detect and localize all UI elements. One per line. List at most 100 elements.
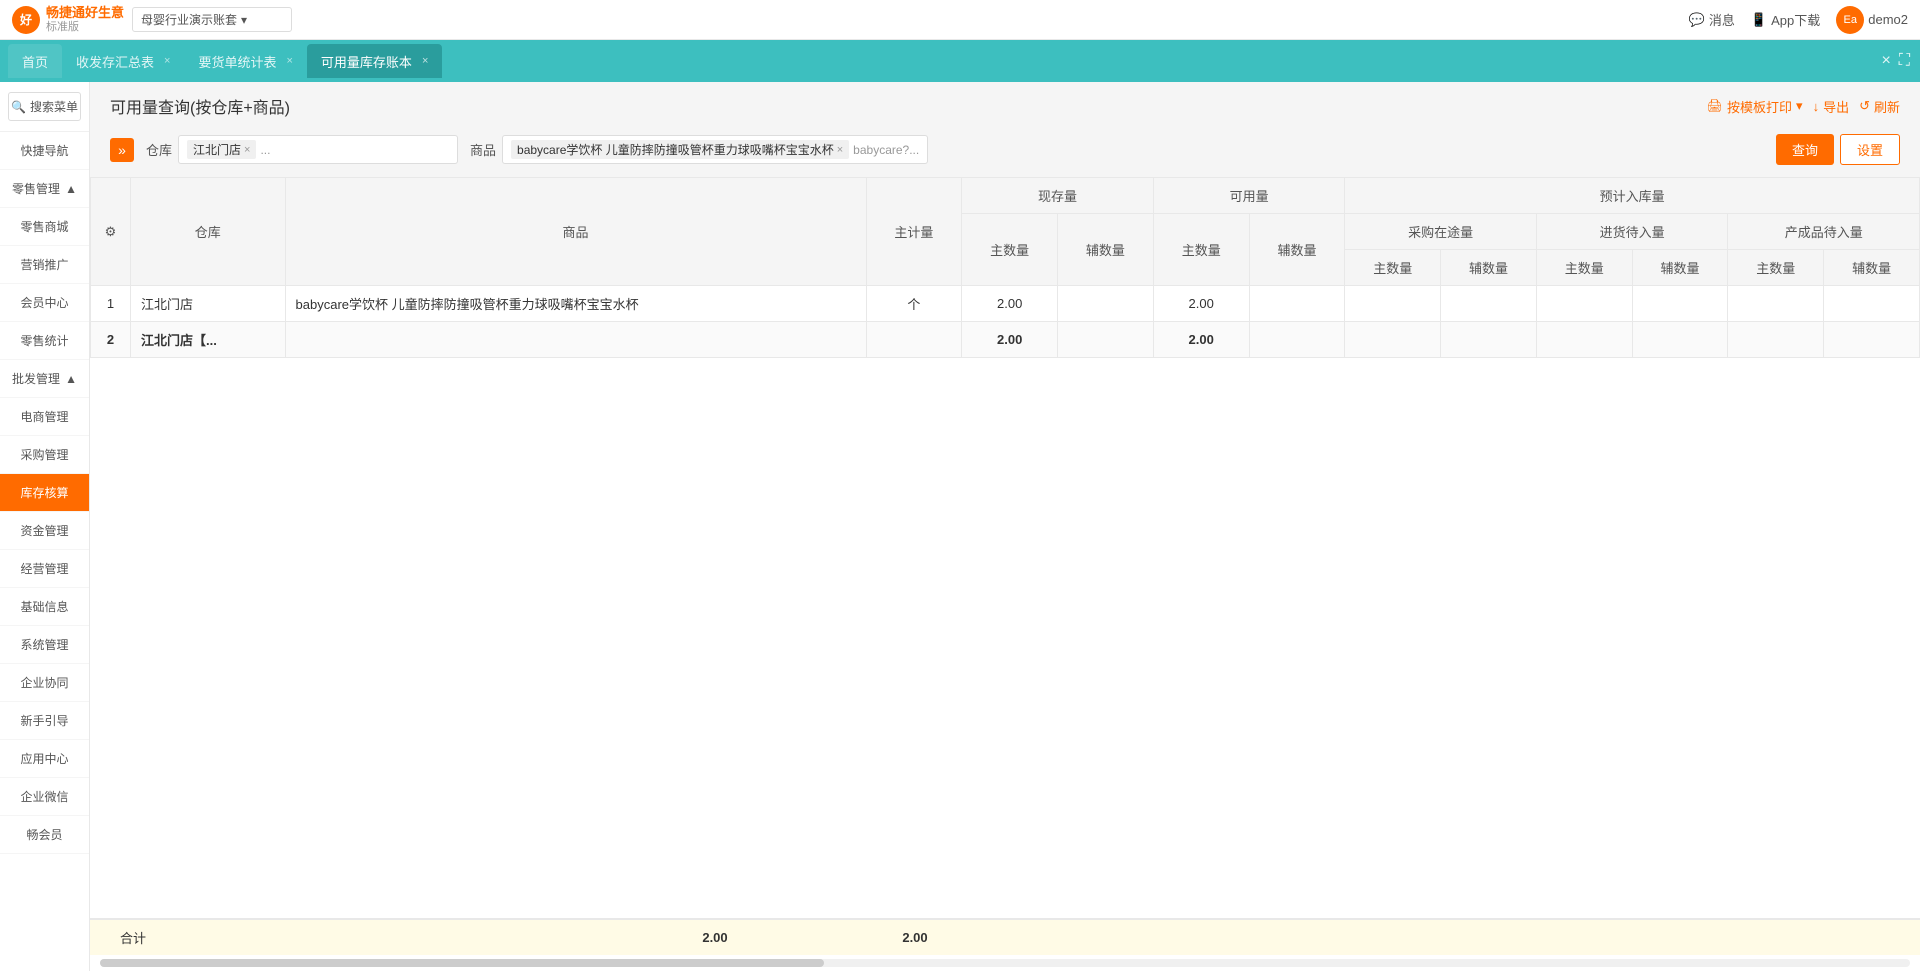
close-all-tabs-icon[interactable]: × — [1881, 52, 1890, 70]
app-download-label: App下载 — [1771, 10, 1820, 29]
sidebar-item-retail-mgmt[interactable]: 零售管理 ▲ — [0, 170, 89, 208]
th-current-stock: 现存量 — [962, 178, 1154, 214]
tab-order-stat-label: 要货单统计表 — [198, 52, 276, 71]
avatar: Ea — [1836, 6, 1864, 34]
app-download-button[interactable]: 📱 App下载 — [1751, 10, 1820, 29]
sidebar-item-purchase[interactable]: 采购管理 — [0, 436, 89, 474]
row2-unit — [866, 322, 962, 358]
sidebar-search-area: 🔍 搜索菜单 — [0, 82, 89, 132]
export-button[interactable]: ↓ 导出 — [1813, 97, 1850, 116]
row1-warehouse: 江北门店 — [131, 286, 286, 322]
th-finished-pending: 产成品待入量 — [1728, 214, 1920, 250]
table-row: 2 江北门店【... 2.00 2.00 — [91, 322, 1920, 358]
th-main-unit: 主计量 — [866, 178, 962, 286]
user-profile[interactable]: Ea demo2 — [1836, 6, 1908, 34]
th-settings[interactable]: ⚙ — [91, 178, 131, 286]
sidebar-item-system[interactable]: 系统管理 — [0, 626, 89, 664]
page-title: 可用量查询(按仓库+商品) — [110, 94, 290, 118]
sidebar-item-newbie[interactable]: 新手引导 — [0, 702, 89, 740]
sidebar-item-finance[interactable]: 资金管理 — [0, 512, 89, 550]
quick-nav-label: 快捷导航 — [20, 144, 68, 158]
row1-product: babycare学饮杯 儿童防摔防撞吸管杯重力球吸嘴杯宝宝水杯 — [285, 286, 866, 322]
product-tag-1: babycare学饮杯 儿童防摔防撞吸管杯重力球吸嘴杯宝宝水杯 × — [511, 140, 849, 159]
th-stock-aux: 辅数量 — [1058, 214, 1154, 286]
row1-pt-aux — [1441, 286, 1537, 322]
th-forecast-inbound: 预计入库量 — [1345, 178, 1920, 214]
th-stock-main: 主数量 — [962, 214, 1058, 286]
tab-available-stock[interactable]: 可用量库存账本 × — [307, 44, 442, 78]
warehouse-filter-group: 仓库 江北门店 × ... — [146, 135, 458, 164]
row2-fp-aux — [1824, 322, 1920, 358]
finance-label: 资金管理 — [20, 524, 68, 538]
row2-fp-main — [1728, 322, 1824, 358]
footer-avail-total: 2.00 — [860, 930, 970, 945]
data-table: ⚙ 仓库 商品 主计量 现存量 可用量 预计入库量 主数量 辅数量 主数量 辅数… — [90, 177, 1920, 358]
tab-order-stat-close[interactable]: × — [286, 55, 292, 67]
scroll-thumb[interactable] — [100, 959, 824, 967]
page-header: 可用量查询(按仓库+商品) 🖨 按模板打印 ▾ ↓ 导出 ↺ 刷新 — [90, 82, 1920, 126]
sidebar-item-ecommerce[interactable]: 电商管理 — [0, 398, 89, 436]
product-tag-close[interactable]: × — [837, 144, 843, 156]
footer-label: 合计 — [100, 928, 580, 947]
sidebar-item-retail-stats[interactable]: 零售统计 — [0, 322, 89, 360]
sidebar-item-inventory[interactable]: 库存核算 — [0, 474, 89, 512]
workspace-chevron: ▾ — [241, 13, 247, 27]
sidebar-item-marketing[interactable]: 营销推广 — [0, 246, 89, 284]
filter-buttons: 查询 设置 — [1776, 134, 1900, 165]
tab-order-stat[interactable]: 要货单统计表 × — [184, 44, 306, 78]
warehouse-tag-text: 江北门店 — [193, 141, 241, 158]
sidebar-item-retail-mall[interactable]: 零售商城 — [0, 208, 89, 246]
refresh-button[interactable]: ↺ 刷新 — [1859, 97, 1900, 116]
th-avail-main: 主数量 — [1153, 214, 1249, 286]
sidebar-item-member2[interactable]: 畅会员 — [0, 816, 89, 854]
expand-icon: » — [118, 142, 126, 158]
th-warehouse: 仓库 — [131, 178, 286, 286]
print-button[interactable]: 🖨 按模板打印 ▾ — [1707, 97, 1803, 116]
product-filter-input[interactable]: babycare学饮杯 儿童防摔防撞吸管杯重力球吸嘴杯宝宝水杯 × babyca… — [502, 135, 928, 164]
print-icon: 🖨 — [1707, 98, 1724, 114]
row2-pt-main — [1345, 322, 1441, 358]
filter-expand-button[interactable]: » — [110, 138, 134, 162]
sidebar-item-basic-info[interactable]: 基础信息 — [0, 588, 89, 626]
tab-summary[interactable]: 收发存汇总表 × — [62, 44, 184, 78]
retail-stats-label: 零售统计 — [20, 334, 68, 348]
setting-button[interactable]: 设置 — [1840, 134, 1900, 165]
sidebar: 🔍 搜索菜单 快捷导航 零售管理 ▲ 零售商城 营销推广 会员中心 零售统计 — [0, 82, 90, 971]
workspace-selector[interactable]: 母婴行业演示账套 ▾ — [132, 7, 292, 32]
horizontal-scrollbar[interactable] — [100, 959, 1910, 967]
sidebar-item-wholesale[interactable]: 批发管理 ▲ — [0, 360, 89, 398]
fullscreen-icon[interactable]: ⛶ — [1899, 52, 1910, 70]
refresh-label: 刷新 — [1874, 97, 1900, 116]
row1-ip-aux — [1632, 286, 1728, 322]
messages-button[interactable]: 💬 消息 — [1689, 10, 1735, 29]
member-label: 会员中心 — [20, 296, 68, 310]
tab-available-stock-close[interactable]: × — [422, 55, 428, 67]
sidebar-quick-nav[interactable]: 快捷导航 — [0, 132, 89, 170]
workspace-label: 母婴行业演示账套 — [141, 11, 237, 28]
scrollbar-area — [90, 955, 1920, 971]
sidebar-item-member[interactable]: 会员中心 — [0, 284, 89, 322]
product-tag-text: babycare学饮杯 儿童防摔防撞吸管杯重力球吸嘴杯宝宝水杯 — [517, 141, 834, 158]
content-area: 可用量查询(按仓库+商品) 🖨 按模板打印 ▾ ↓ 导出 ↺ 刷新 — [90, 82, 1920, 971]
tab-home-label: 首页 — [22, 52, 48, 71]
warehouse-tag-close[interactable]: × — [244, 144, 250, 156]
sidebar-item-enterprise-collab[interactable]: 企业协同 — [0, 664, 89, 702]
tab-summary-close[interactable]: × — [164, 55, 170, 67]
warehouse-filter-input[interactable]: 江北门店 × ... — [178, 135, 458, 164]
th-avail-aux: 辅数量 — [1249, 214, 1345, 286]
marketing-label: 营销推广 — [20, 258, 68, 272]
search-menu-button[interactable]: 🔍 搜索菜单 — [8, 92, 81, 121]
basic-info-label: 基础信息 — [20, 600, 68, 614]
row1-avail-main: 2.00 — [1153, 286, 1249, 322]
page-actions: 🖨 按模板打印 ▾ ↓ 导出 ↺ 刷新 — [1707, 97, 1901, 116]
th-pt-aux: 辅数量 — [1441, 250, 1537, 286]
row2-pt-aux — [1441, 322, 1537, 358]
sidebar-item-operations[interactable]: 经营管理 — [0, 550, 89, 588]
sidebar-item-wechat[interactable]: 企业微信 — [0, 778, 89, 816]
sidebar-item-app-center[interactable]: 应用中心 — [0, 740, 89, 778]
th-pt-main: 主数量 — [1345, 250, 1441, 286]
row1-index: 1 — [91, 286, 131, 322]
tab-home[interactable]: 首页 — [8, 44, 62, 78]
query-button[interactable]: 查询 — [1776, 134, 1834, 165]
row2-avail-main: 2.00 — [1153, 322, 1249, 358]
